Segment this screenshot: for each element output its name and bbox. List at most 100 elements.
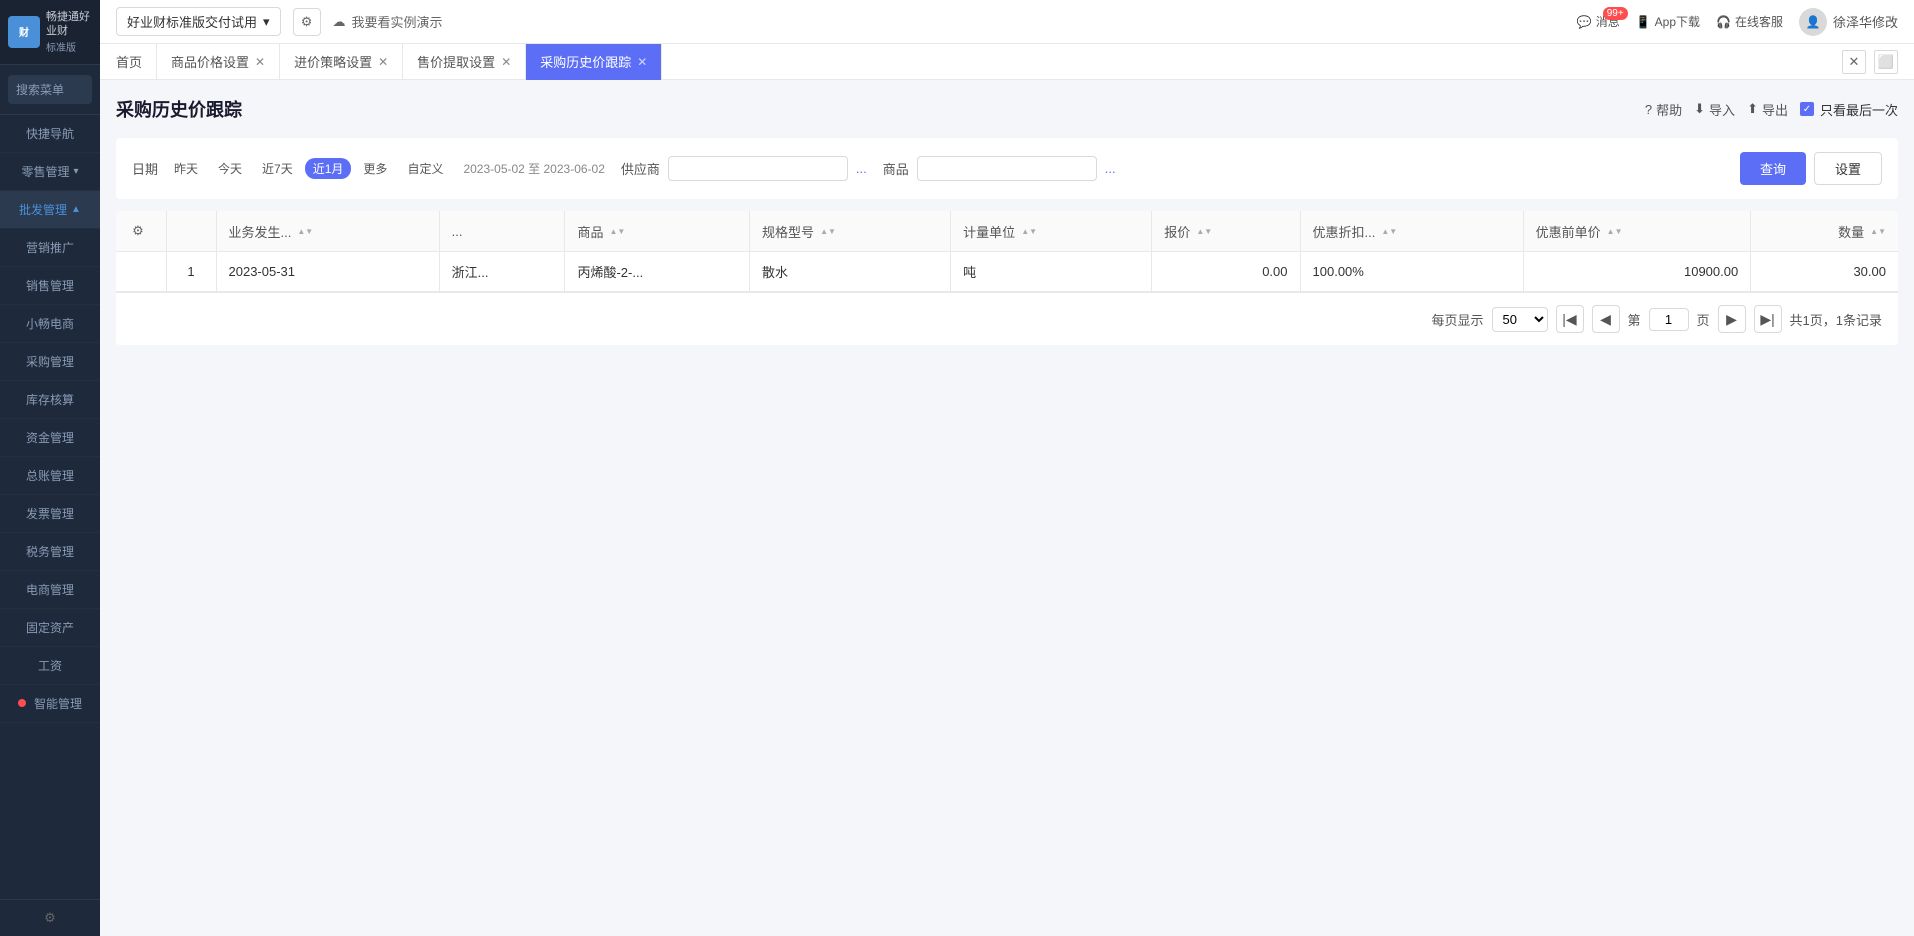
sidebar-item-label: 发票管理	[26, 505, 74, 522]
product-input[interactable]	[917, 156, 1097, 181]
sidebar-item-13[interactable]: 工资	[0, 647, 100, 685]
topbar-settings-button[interactable]: ⚙	[293, 8, 321, 36]
page-title: 采购历史价跟踪	[116, 96, 242, 122]
sort-icon-discount: ▲▼	[1381, 227, 1397, 236]
app-download-label: App下载	[1655, 13, 1700, 30]
only-last-label: 只看最后一次	[1820, 100, 1898, 119]
col-quoted-price-header[interactable]: 报价 ▲▼	[1152, 211, 1300, 252]
tab-close-icon[interactable]: ✕	[637, 55, 647, 69]
tab-sale_price[interactable]: 售价提取设置✕	[403, 44, 526, 80]
demo-button-label: 我要看实例演示	[352, 12, 443, 31]
sidebar-item-label: 税务管理	[26, 543, 74, 560]
maximize-button[interactable]: ⬜	[1874, 50, 1898, 74]
col-more-header[interactable]: ...	[439, 211, 565, 252]
sidebar-item-label: 营销推广	[26, 239, 74, 256]
import-button[interactable]: ⬇ 导入	[1694, 100, 1735, 119]
tab-close-icon[interactable]: ✕	[255, 55, 265, 69]
col-more-label: ...	[452, 224, 463, 239]
tab-price[interactable]: 商品价格设置 ✕	[157, 44, 280, 80]
only-last-checkbox[interactable]: ✓ 只看最后一次	[1800, 100, 1898, 119]
col-spec-header[interactable]: 规格型号 ▲▼	[750, 211, 951, 252]
col-pre-discount-header[interactable]: 优惠前单价 ▲▼	[1523, 211, 1751, 252]
sidebar-item-1[interactable]: 批发管理▲	[0, 191, 100, 229]
dot-icon	[18, 699, 26, 707]
date-option-2[interactable]: 近7天	[254, 158, 301, 179]
col-discount-header[interactable]: 优惠折扣... ▲▼	[1300, 211, 1523, 252]
col-settings-header[interactable]: ⚙	[116, 211, 166, 252]
tab-label: 商品价格设置	[171, 52, 249, 71]
query-button[interactable]: 查询	[1740, 152, 1806, 185]
sidebar-item-4[interactable]: 小畅电商	[0, 305, 100, 343]
prev-page-button[interactable]: ◀	[1592, 305, 1620, 333]
tab-close-icon[interactable]: ✕	[501, 55, 511, 69]
chevron-down-icon: ▾	[263, 14, 270, 30]
export-button[interactable]: ⬆ 导出	[1747, 100, 1788, 119]
sidebar-item-5[interactable]: 采购管理	[0, 343, 100, 381]
col-business-date-header[interactable]: 业务发生... ▲▼	[216, 211, 439, 252]
next-page-button[interactable]: ▶	[1718, 305, 1746, 333]
tab-history_price[interactable]: 采购历史价跟踪✕	[526, 44, 662, 80]
topbar: 好业财标准版交付试用 ▾ ⚙ ☁ 我要看实例演示 💬 消息 99+ 📱 App下…	[100, 0, 1914, 44]
plan-selector-text: 好业财标准版交付试用	[127, 12, 257, 31]
chevron-icon: ▾	[73, 166, 78, 177]
sidebar-item-label: 工资	[38, 657, 62, 674]
search-menu-button[interactable]: 搜索菜单	[8, 75, 92, 104]
col-quantity-header[interactable]: 数量 ▲▼	[1751, 211, 1898, 252]
last-page-button[interactable]: ▶|	[1754, 305, 1782, 333]
supplier-input[interactable]	[668, 156, 848, 181]
sidebar-item-6[interactable]: 库存核算	[0, 381, 100, 419]
date-option-5[interactable]: 自定义	[399, 158, 451, 179]
product-more-btn[interactable]: ...	[1105, 161, 1116, 176]
sidebar-item-11[interactable]: 电商管理	[0, 571, 100, 609]
page-number-input[interactable]	[1649, 308, 1689, 331]
online-service-button[interactable]: 🎧 在线客服	[1716, 13, 1783, 30]
tab-home[interactable]: 首页	[116, 44, 157, 80]
messages-badge: 99+	[1603, 7, 1628, 20]
sidebar-item-8[interactable]: 总账管理	[0, 457, 100, 495]
sidebar-item-9[interactable]: 发票管理	[0, 495, 100, 533]
row-settings[interactable]	[116, 252, 166, 292]
first-page-button[interactable]: |◀	[1556, 305, 1584, 333]
sidebar-search-area: 搜索菜单	[0, 65, 100, 115]
sidebar-item-quick-nav[interactable]: 快捷导航	[0, 115, 100, 153]
page-label: 第	[1628, 310, 1641, 329]
tab-purchase_strategy[interactable]: 进价策略设置✕	[280, 44, 403, 80]
sidebar-item-10[interactable]: 税务管理	[0, 533, 100, 571]
date-option-0[interactable]: 昨天	[166, 158, 206, 179]
user-info[interactable]: 👤 徐泽华修改	[1799, 8, 1898, 36]
date-option-4[interactable]: 更多	[355, 158, 395, 179]
app-download-button[interactable]: 📱 App下载	[1636, 13, 1700, 30]
sidebar-item-label: 智能管理	[34, 695, 82, 712]
page-header: 采购历史价跟踪 ? 帮助 ⬇ 导入 ⬆ 导出 ✓ 只看最后一次	[116, 96, 1898, 122]
online-service-label: 在线客服	[1735, 13, 1783, 30]
sidebar-item-12[interactable]: 固定资产	[0, 609, 100, 647]
close-tab-button[interactable]: ✕	[1842, 50, 1866, 74]
row-product: 丙烯酸-2-...	[565, 252, 750, 292]
page-actions: ? 帮助 ⬇ 导入 ⬆ 导出 ✓ 只看最后一次	[1645, 100, 1898, 119]
date-option-3[interactable]: 近1月	[305, 158, 352, 179]
sidebar-item-2[interactable]: 营销推广	[0, 229, 100, 267]
demo-button[interactable]: ☁ 我要看实例演示	[333, 12, 443, 31]
sidebar-item-14[interactable]: 智能管理	[0, 685, 100, 723]
table-settings-icon[interactable]: ⚙	[128, 221, 148, 241]
settings-button[interactable]: 设置	[1814, 152, 1882, 185]
col-product-header[interactable]: 商品 ▲▼	[565, 211, 750, 252]
sidebar-item-0[interactable]: 零售管理▾	[0, 153, 100, 191]
plan-selector[interactable]: 好业财标准版交付试用 ▾	[116, 7, 281, 36]
sidebar-item-7[interactable]: 资金管理	[0, 419, 100, 457]
supplier-more-btn[interactable]: ...	[856, 161, 867, 176]
per-page-label: 每页显示	[1431, 310, 1483, 329]
date-option-1[interactable]: 今天	[210, 158, 250, 179]
total-info: 共1页，1条记录	[1790, 310, 1882, 329]
messages-button[interactable]: 💬 消息 99+	[1577, 13, 1620, 30]
row-quantity: 30.00	[1751, 252, 1898, 292]
tab-close-icon[interactable]: ✕	[378, 55, 388, 69]
help-button[interactable]: ? 帮助	[1645, 100, 1682, 119]
sort-icon-spec: ▲▼	[820, 227, 836, 236]
col-unit-header[interactable]: 计量单位 ▲▼	[951, 211, 1152, 252]
topbar-right: 💬 消息 99+ 📱 App下载 🎧 在线客服 👤 徐泽华修改	[1577, 8, 1898, 36]
sidebar-item-3[interactable]: 销售管理	[0, 267, 100, 305]
sidebar-settings-icon[interactable]: ⚙	[40, 908, 60, 928]
table-row: 1 2023-05-31 浙江... 丙烯酸-2-... 散水 吨 0.00 1…	[116, 252, 1898, 292]
per-page-select[interactable]: 50 100 200	[1492, 307, 1548, 332]
